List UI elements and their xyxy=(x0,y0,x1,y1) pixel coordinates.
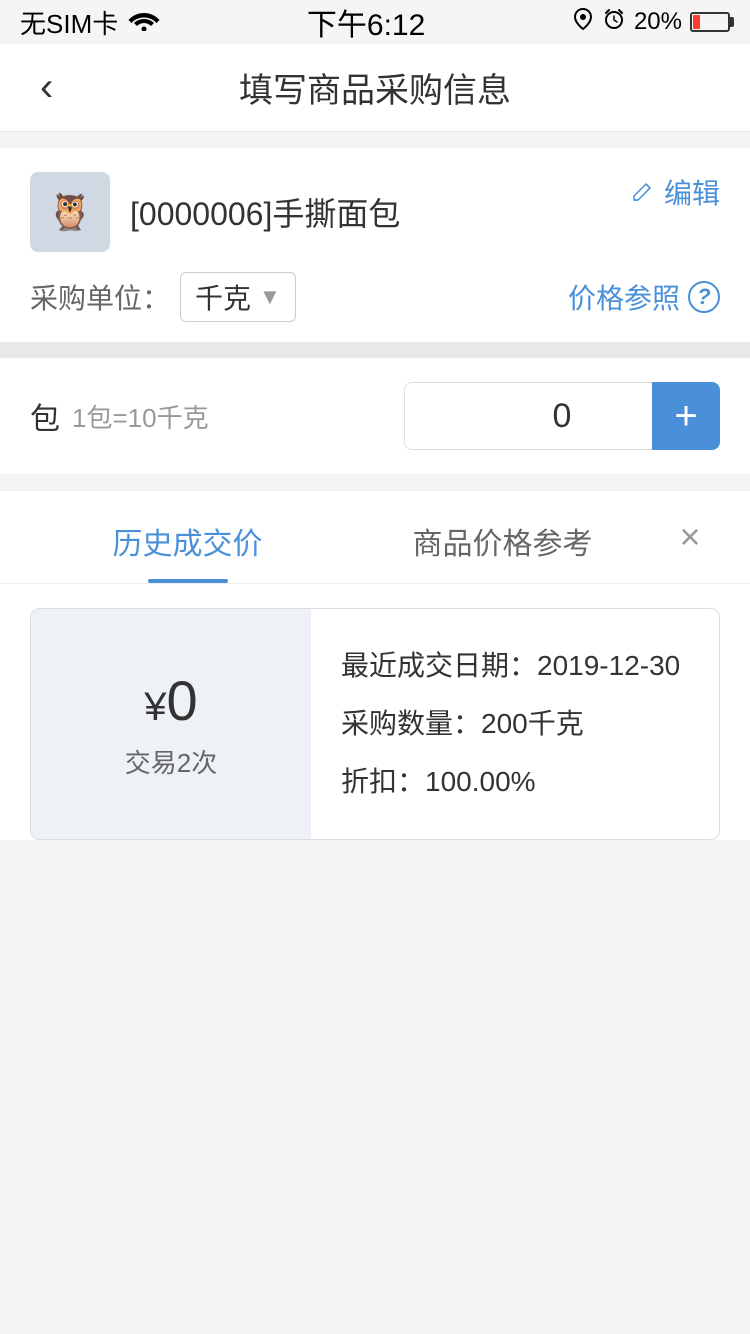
unit-dropdown-arrow-icon: ▼ xyxy=(259,284,281,310)
price-ref-button[interactable]: 价格参照 ? xyxy=(568,277,720,317)
page-background xyxy=(0,864,750,1264)
product-owl-icon: 🦉 xyxy=(48,194,93,230)
product-info: [0000006]手撕面包 xyxy=(130,189,400,235)
back-button[interactable]: ‹ xyxy=(30,55,63,120)
purchase-qty-row: 采购数量：200千克 xyxy=(341,703,689,745)
discount-label: 折扣： xyxy=(341,766,425,797)
status-time: 下午6:12 xyxy=(307,0,425,44)
nav-bar: ‹ 填写商品采购信息 xyxy=(0,44,750,132)
discount-row: 折扣：100.00% xyxy=(341,761,689,803)
close-icon: × xyxy=(679,516,700,558)
page-title: 填写商品采购信息 xyxy=(239,63,511,112)
tab-history-label: 历史成交价 xyxy=(113,528,263,561)
price-ref-label: 价格参照 xyxy=(568,277,680,317)
history-card: ¥0 交易2次 最近成交日期：2019-12-30 采购数量：200千克 折扣：… xyxy=(30,608,720,840)
qty-input[interactable] xyxy=(472,382,652,450)
product-id: [0000006] xyxy=(130,196,272,232)
yen-symbol: ¥ xyxy=(144,685,166,729)
history-details-section: 最近成交日期：2019-12-30 采购数量：200千克 折扣：100.00% xyxy=(311,609,719,839)
status-bar: 无SIM卡 下午6:12 20% xyxy=(0,0,750,44)
history-price-value: ¥0 xyxy=(144,668,197,733)
recent-date-label: 最近成交日期： xyxy=(341,650,537,681)
recent-date-row: 最近成交日期：2019-12-30 xyxy=(341,645,689,687)
wifi-icon xyxy=(128,7,160,38)
price-number: 0 xyxy=(167,669,198,732)
unit-value: 千克 xyxy=(195,277,251,317)
qty-minus-placeholder xyxy=(404,382,472,450)
recent-date-value: 2019-12-30 xyxy=(537,650,680,681)
qty-unit-label: 包 xyxy=(30,394,60,438)
tab-price-reference[interactable]: 商品价格参考 xyxy=(345,491,660,583)
location-icon xyxy=(572,7,594,38)
product-thumbnail: 🦉 xyxy=(30,172,110,252)
qty-plus-button[interactable]: + xyxy=(652,382,720,450)
alarm-icon xyxy=(602,7,626,38)
quantity-row: 包 1包=10千克 + xyxy=(0,358,750,474)
product-unit-row: 采购单位： 千克 ▼ 价格参照 ? xyxy=(30,272,720,322)
section-divider xyxy=(0,342,750,358)
plus-icon: + xyxy=(674,394,697,439)
bottom-panel: 历史成交价 商品价格参考 × ¥0 交易2次 最近成交日期：2019-12-30… xyxy=(0,490,750,840)
edit-label: 编辑 xyxy=(664,172,720,212)
history-price-section: ¥0 交易2次 xyxy=(31,609,311,839)
battery-icon xyxy=(690,12,730,32)
discount-value: 100.00% xyxy=(425,766,536,797)
product-title: 手撕面包 xyxy=(272,196,400,232)
status-right: 20% xyxy=(572,7,730,38)
product-name: [0000006]手撕面包 xyxy=(130,189,400,235)
status-left: 无SIM卡 xyxy=(20,4,160,41)
purchase-qty-label: 采购数量： xyxy=(341,708,481,739)
product-left: 🦉 [0000006]手撕面包 xyxy=(30,172,400,252)
edit-button[interactable]: 编辑 xyxy=(630,172,720,212)
history-trades-count: 交易2次 xyxy=(125,743,217,780)
edit-icon xyxy=(630,178,658,206)
price-ref-info-icon: ? xyxy=(688,281,720,313)
unit-label: 采购单位： xyxy=(30,277,170,317)
tab-reference-label: 商品价格参考 xyxy=(413,528,593,561)
tab-history-price[interactable]: 历史成交价 xyxy=(30,491,345,583)
tabs-row: 历史成交价 商品价格参考 × xyxy=(0,491,750,584)
product-card: 🦉 [0000006]手撕面包 编辑 采购单位： 千克 ▼ xyxy=(0,148,750,342)
carrier-text: 无SIM卡 xyxy=(20,4,118,41)
purchase-qty-value: 200千克 xyxy=(481,708,584,739)
tab-close-button[interactable]: × xyxy=(660,507,720,567)
unit-select[interactable]: 千克 ▼ xyxy=(180,272,296,322)
battery-percent: 20% xyxy=(634,8,682,36)
qty-input-group: + xyxy=(404,382,720,450)
product-header: 🦉 [0000006]手撕面包 编辑 xyxy=(30,172,720,252)
qty-conversion-label: 1包=10千克 xyxy=(72,398,209,435)
qty-label-group: 包 1包=10千克 xyxy=(30,394,209,438)
